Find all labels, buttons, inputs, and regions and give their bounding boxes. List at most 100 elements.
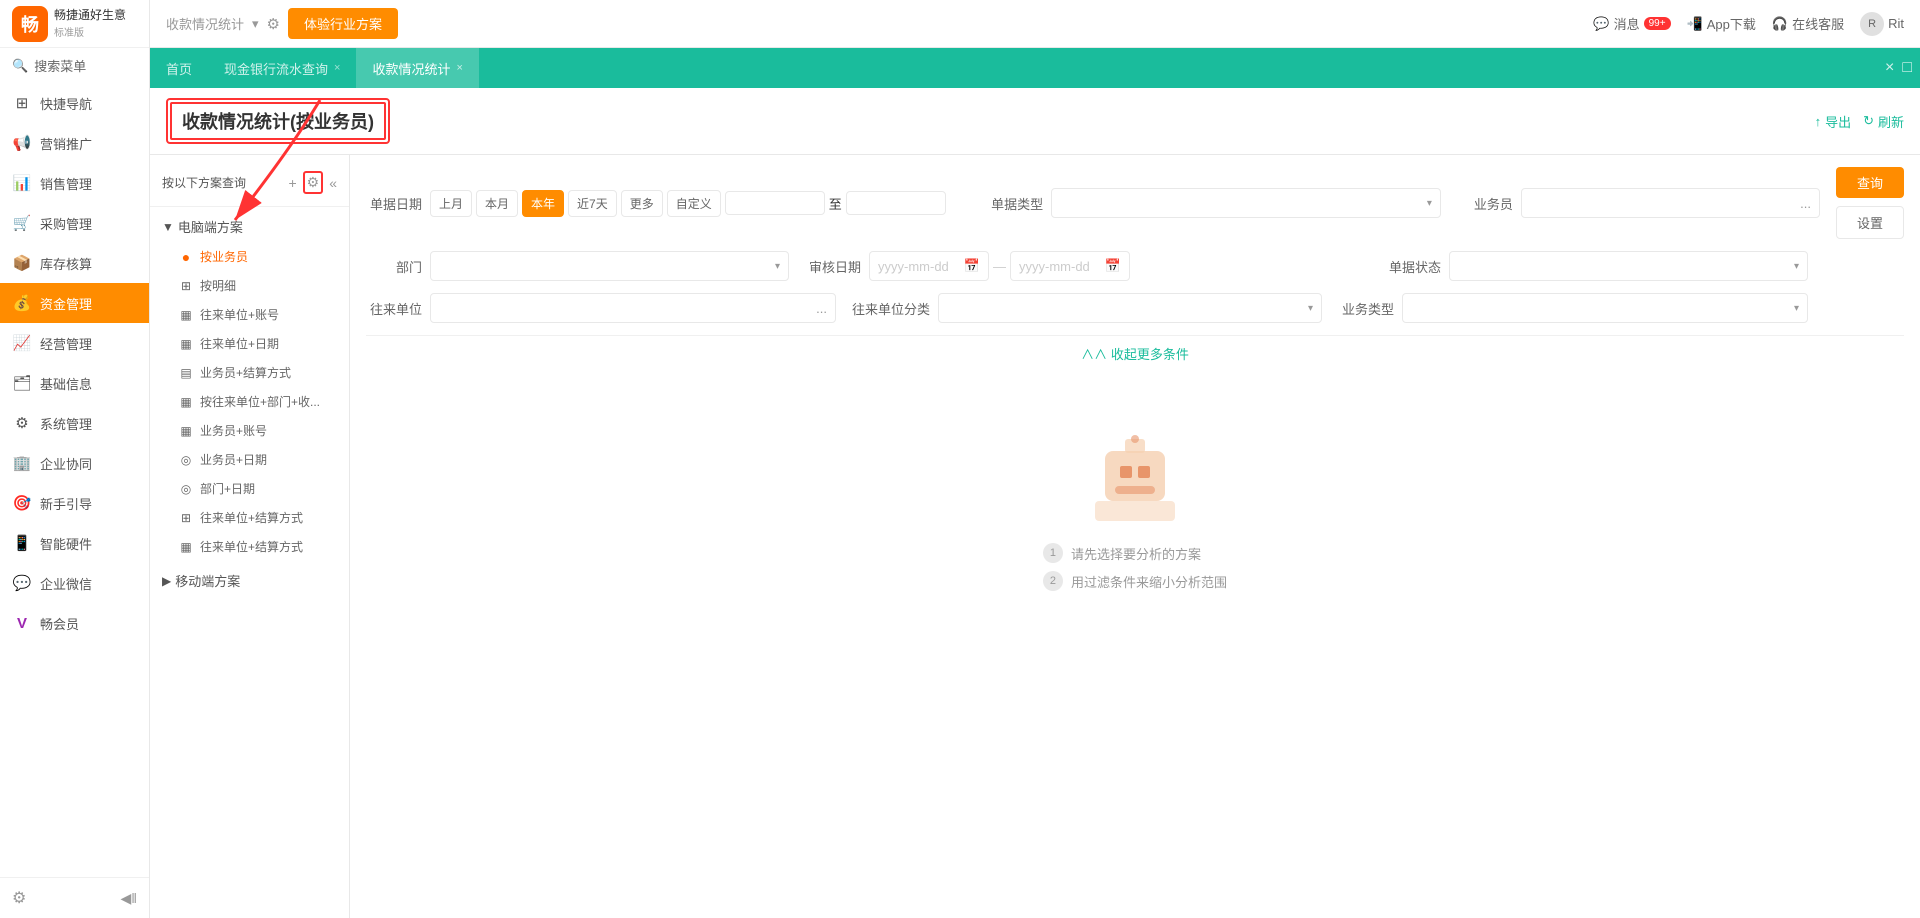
logo-name: 畅捷通好生意 — [54, 8, 126, 24]
sidebar-item-finance[interactable]: 💰 资金管理 — [0, 283, 149, 323]
empty-illustration — [1075, 431, 1195, 531]
sidebar-item-quick-nav[interactable]: ⊞ 快捷导航 — [0, 83, 149, 123]
tab-receipt-stats[interactable]: 收款情况统计 × — [356, 48, 478, 88]
scheme-item-by-salesman[interactable]: ● 按业务员 — [150, 242, 349, 271]
salesman-more-icon[interactable]: ... — [1800, 196, 1811, 211]
topbar-settings-icon[interactable]: ⚙ — [267, 15, 280, 33]
collapse-sidebar-btn[interactable]: ◀‖ — [120, 890, 137, 907]
sidebar-item-wechat[interactable]: 💬 企业微信 — [0, 563, 149, 603]
last-month-btn[interactable]: 上月 — [430, 190, 472, 217]
scheme-item-salesman-date[interactable]: ◎ 业务员+日期 — [150, 445, 349, 474]
sidebar-item-operation[interactable]: 📈 经营管理 — [0, 323, 149, 363]
this-year-btn[interactable]: 本年 — [522, 190, 564, 217]
sidebar-item-system[interactable]: ⚙ 系统管理 — [0, 403, 149, 443]
doc-type-select[interactable]: ▾ — [1051, 188, 1441, 218]
scheme-item-unit-account[interactable]: ▦ 往来单位+账号 — [150, 300, 349, 329]
user-avatar[interactable]: R Rit — [1860, 12, 1904, 36]
filter-salesman: 业务员 ... — [1457, 188, 1820, 218]
scheme-item-salesman-account[interactable]: ▦ 业务员+账号 — [150, 416, 349, 445]
query-setting-btns: 查询 设置 — [1836, 167, 1904, 239]
avatar-icon: R — [1860, 12, 1884, 36]
sidebar-item-smart-hw[interactable]: 📱 智能硬件 — [0, 523, 149, 563]
query-btn[interactable]: 查询 — [1836, 167, 1904, 198]
online-service-btn[interactable]: 🎧 在线客服 — [1772, 14, 1844, 33]
dept-select[interactable]: ▾ — [430, 251, 789, 281]
review-date-start-calendar[interactable]: 📅 — [964, 258, 980, 274]
settings-icon[interactable]: ⚙ — [12, 888, 26, 908]
setting-btn[interactable]: 设置 — [1836, 206, 1904, 239]
filter-doc-type: 单据类型 ▾ — [987, 188, 1441, 218]
scheme-item-salesman-settle[interactable]: ▤ 业务员+结算方式 — [150, 358, 349, 387]
last-7-btn[interactable]: 近7天 — [568, 190, 617, 217]
scheme-item-unit-date[interactable]: ▦ 往来单位+日期 — [150, 329, 349, 358]
tab-close-receipt-stats[interactable]: × — [456, 62, 462, 74]
review-date-end-calendar[interactable]: 📅 — [1105, 258, 1121, 274]
sidebar-item-marketing[interactable]: 📢 营销推广 — [0, 123, 149, 163]
sidebar: 畅 畅捷通好生意 标准版 🔍 搜索菜单 ⊞ 快捷导航 📢 营销推广 📊 销售管理… — [0, 0, 150, 918]
counterpart-more-icon[interactable]: ... — [816, 301, 827, 316]
date-start-input[interactable]: 2023-01-01 — [725, 191, 825, 215]
filter-counterpart-category: 往来单位分类 ▾ — [852, 293, 1322, 323]
scheme-group-desktop-header[interactable]: ▼ 电脑端方案 — [150, 211, 349, 242]
topbar-dropdown-icon[interactable]: ▾ — [252, 16, 259, 32]
review-date-end[interactable]: yyyy-mm-dd 📅 — [1010, 251, 1130, 281]
counterpart-category-select[interactable]: ▾ — [938, 293, 1322, 323]
scheme-item-unit-settle1[interactable]: ⊞ 往来单位+结算方式 — [150, 503, 349, 532]
empty-tips: 1 请先选择要分析的方案 2 用过滤条件来缩小分析范围 — [1043, 543, 1227, 591]
message-icon: 💬 — [1593, 16, 1609, 32]
biz-type-select[interactable]: ▾ — [1402, 293, 1808, 323]
app-download-btn[interactable]: 📲 App下载 — [1687, 14, 1756, 33]
filter-dept: 部门 ▾ — [366, 251, 789, 281]
scheme-item-unit-dept-collect[interactable]: ▦ 按往来单位+部门+收... — [150, 387, 349, 416]
sidebar-item-inventory[interactable]: 📦 库存核算 — [0, 243, 149, 283]
basic-info-icon: 🗂 — [12, 373, 32, 393]
refresh-btn[interactable]: ↻ 刷新 — [1863, 112, 1904, 131]
scheme-item-dept-date[interactable]: ◎ 部门+日期 — [150, 474, 349, 503]
collapse-bar[interactable]: ∧∧ 收起更多条件 — [366, 335, 1904, 371]
sidebar-item-corp[interactable]: 🏢 企业协同 — [0, 443, 149, 483]
sidebar-item-purchase[interactable]: 🛒 采购管理 — [0, 203, 149, 243]
date-end-input[interactable]: 2023-12-31 — [846, 191, 946, 215]
search-menu-btn[interactable]: 🔍 搜索菜单 — [0, 48, 149, 83]
sidebar-item-sales[interactable]: 📊 销售管理 — [0, 163, 149, 203]
sidebar-item-basic-info[interactable]: 🗂 基础信息 — [0, 363, 149, 403]
doc-status-select[interactable]: ▾ — [1449, 251, 1808, 281]
this-month-btn[interactable]: 本月 — [476, 190, 518, 217]
custom-date-btn[interactable]: 自定义 — [667, 190, 721, 217]
operation-icon: 📈 — [12, 333, 32, 353]
more-date-btn[interactable]: 更多 — [621, 190, 663, 217]
salesman-select[interactable]: ... — [1521, 188, 1820, 218]
scheme-panel-header: 按以下方案查询 + ⚙ « — [150, 163, 349, 202]
review-date-start[interactable]: yyyy-mm-dd 📅 — [869, 251, 989, 281]
doc-type-arrow: ▾ — [1427, 198, 1432, 209]
scheme-item-unit-settle2[interactable]: ▦ 往来单位+结算方式 — [150, 532, 349, 561]
scheme-item-by-detail[interactable]: ⊞ 按明细 — [150, 271, 349, 300]
tab-close-bank-flow[interactable]: × — [334, 62, 340, 74]
filter-row-3: 往来单位 ... 往来单位分类 ▾ 业务类型 — [366, 293, 1904, 323]
tab-home[interactable]: 首页 — [150, 59, 208, 78]
review-date-end-placeholder: yyyy-mm-dd — [1019, 259, 1090, 274]
tab-bank-flow[interactable]: 现金银行流水查询 × — [208, 48, 356, 88]
date-separator: 至 — [829, 194, 842, 213]
export-btn[interactable]: ↑ 导出 — [1815, 112, 1852, 131]
dept-label: 部门 — [366, 257, 422, 276]
collapse-up-icon: ∧∧ — [1081, 347, 1107, 362]
export-icon: ↑ — [1815, 114, 1822, 129]
filter-date: 单据日期 上月 本月 本年 近7天 更多 自定义 2023-01-01 至 — [366, 190, 971, 217]
biz-type-arrow: ▾ — [1794, 303, 1799, 314]
sidebar-item-guide[interactable]: 🎯 新手引导 — [0, 483, 149, 523]
scheme-settings-btn[interactable]: ⚙ — [303, 171, 324, 194]
counterpart-select[interactable]: ... — [430, 293, 836, 323]
unit-dept-collect-icon: ▦ — [178, 394, 194, 410]
scheme-collapse-btn[interactable]: « — [329, 175, 337, 191]
trial-solution-btn[interactable]: 体验行业方案 — [288, 8, 398, 39]
add-scheme-btn[interactable]: + — [288, 175, 296, 191]
window-max-btn[interactable]: □ — [1902, 59, 1912, 77]
filter-biz-type: 业务类型 ▾ — [1338, 293, 1808, 323]
window-close-btn[interactable]: × — [1885, 59, 1894, 77]
content-wrapper: 按以下方案查询 + ⚙ « ▼ 电脑端方案 ● 按业务员 — [150, 155, 1920, 918]
sidebar-item-member[interactable]: V 畅会员 — [0, 603, 149, 643]
message-btn[interactable]: 💬 消息 99+ — [1593, 14, 1670, 33]
scheme-group-mobile-header[interactable]: ▶ 移动端方案 — [150, 565, 349, 596]
scheme-group-mobile: ▶ 移动端方案 — [150, 565, 349, 596]
